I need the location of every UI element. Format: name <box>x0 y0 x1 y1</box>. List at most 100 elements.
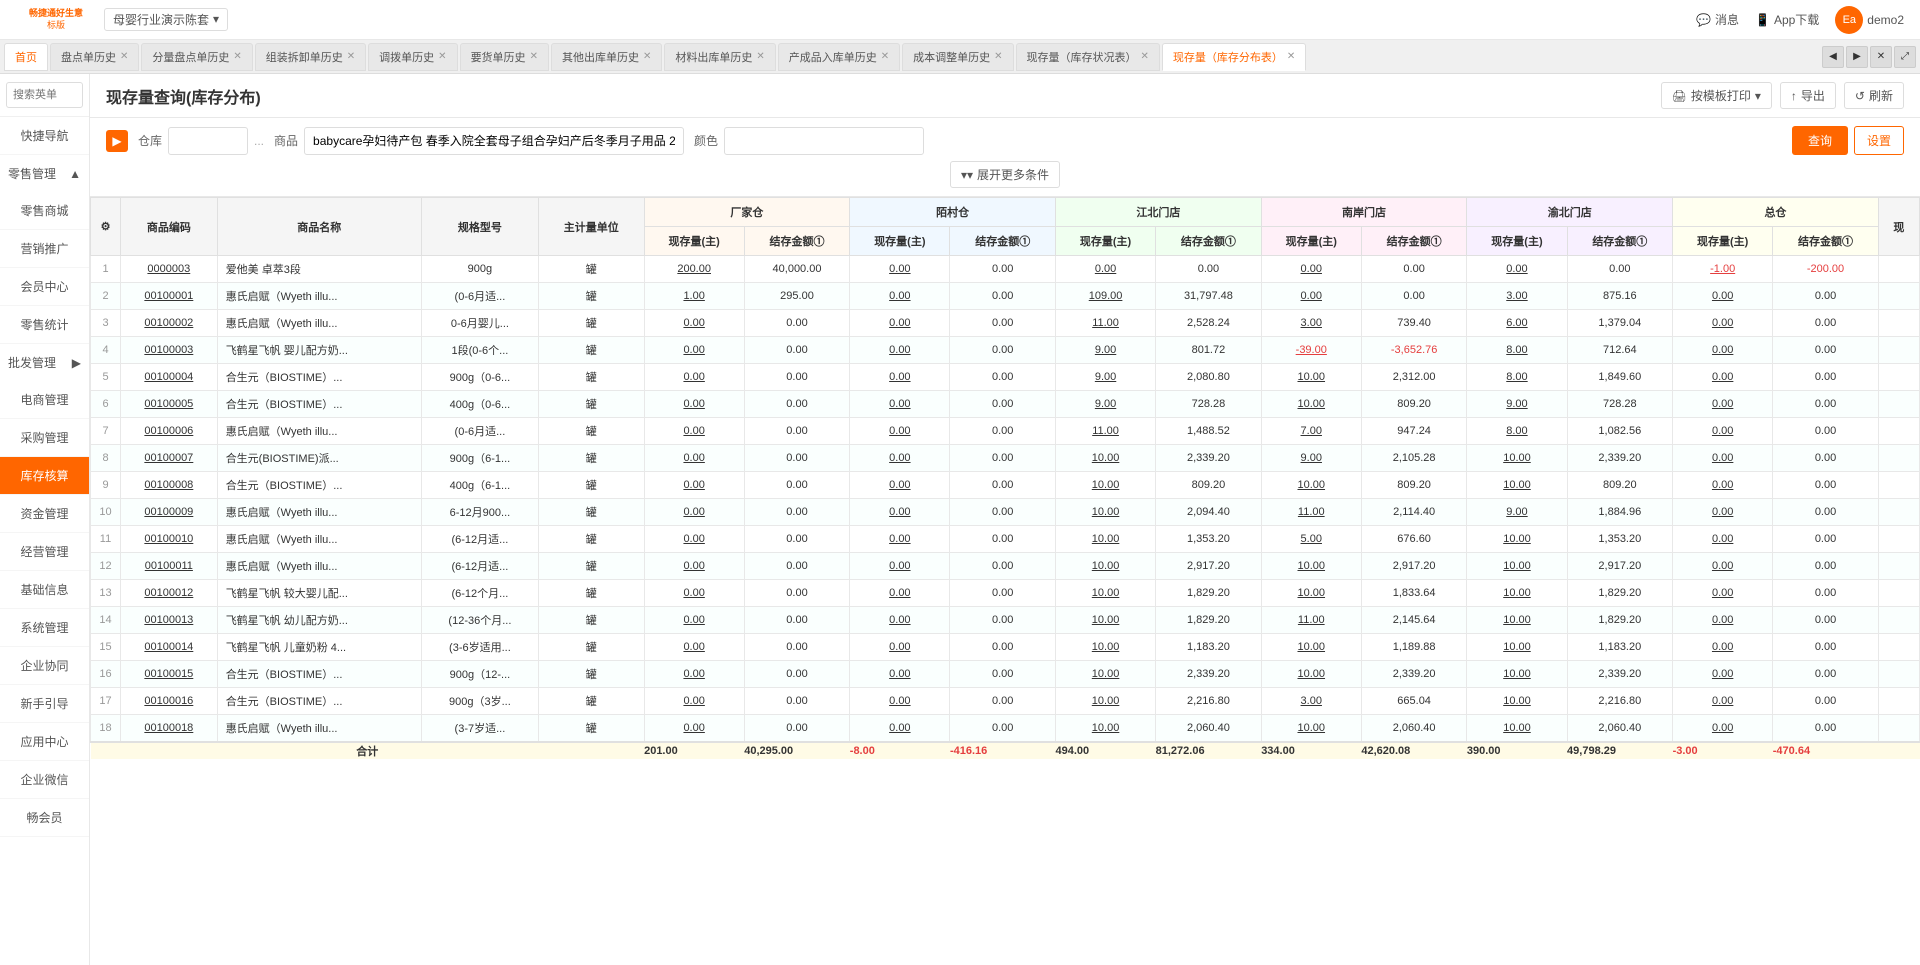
table-cell[interactable]: 00100015 <box>121 661 218 688</box>
sidebar-item-xinshouyid[interactable]: 新手引导 <box>0 685 89 723</box>
tab-assembly[interactable]: 组装拆卸单历史 ✕ <box>255 43 366 71</box>
setting-btn[interactable]: 设置 <box>1854 126 1904 155</box>
tab-sub-inventory[interactable]: 分量盘点单历史 ✕ <box>141 43 252 71</box>
table-cell: 0.00 <box>1055 256 1155 283</box>
color-input[interactable] <box>724 127 924 155</box>
sidebar-item-caigougl[interactable]: 采购管理 <box>0 419 89 457</box>
sidebar-item-lingshouchm[interactable]: 零售商城 <box>0 192 89 230</box>
table-cell[interactable]: 00100005 <box>121 391 218 418</box>
warehouse-input[interactable] <box>168 127 248 155</box>
sidebar-item-dianshanggl[interactable]: 电商管理 <box>0 381 89 419</box>
tab-other-out[interactable]: 其他出库单历史 ✕ <box>551 43 662 71</box>
message-btn[interactable]: 💬 消息 <box>1696 11 1739 28</box>
query-btn[interactable]: 查询 <box>1792 126 1848 155</box>
tab-close-icon[interactable]: ✕ <box>756 51 764 62</box>
sidebar-item-qiyextong[interactable]: 企业协同 <box>0 647 89 685</box>
sidebar-item-qiyewx[interactable]: 企业微信 <box>0 761 89 799</box>
tab-close-icon[interactable]: ✕ <box>347 51 355 62</box>
col-settings[interactable]: ⚙ <box>91 198 121 256</box>
tab-product-in[interactable]: 产成品入库单历史 ✕ <box>778 43 900 71</box>
table-cell[interactable]: 00100008 <box>121 472 218 499</box>
table-cell[interactable]: 0000003 <box>121 256 218 283</box>
table-cell[interactable]: 00100010 <box>121 526 218 553</box>
search-input[interactable] <box>6 82 83 108</box>
sidebar-item-lingshoutj[interactable]: 零售统计 <box>0 306 89 344</box>
table-cell: 712.64 <box>1567 337 1673 364</box>
table-cell: 6 <box>91 391 121 418</box>
logo-sub: 标版 <box>47 18 65 31</box>
tab-order[interactable]: 要货单历史 ✕ <box>460 43 549 71</box>
table-cell: 0.00 <box>850 364 950 391</box>
table-cell: (6-12月适... <box>421 553 538 580</box>
tab-close-icon[interactable]: ✕ <box>1287 51 1295 62</box>
tab-close-icon[interactable]: ✕ <box>233 51 241 62</box>
tab-close-icon[interactable]: ✕ <box>120 51 128 62</box>
table-cell[interactable]: 00100016 <box>121 688 218 715</box>
tab-close-icon[interactable]: ✕ <box>1141 51 1149 62</box>
tab-close-icon[interactable]: ✕ <box>438 51 446 62</box>
table-cell: 0.00 <box>850 391 950 418</box>
table-cell[interactable]: 00100003 <box>121 337 218 364</box>
col-yb-qty: 现存量(主) <box>1467 227 1567 256</box>
tab-transfer[interactable]: 调拨单历史 ✕ <box>368 43 457 71</box>
product-input[interactable] <box>304 127 684 155</box>
print-btn[interactable]: 🖨 按模板打印 ▾ <box>1661 82 1772 109</box>
table-cell: 1,829.20 <box>1156 607 1262 634</box>
industry-selector[interactable]: 母婴行业演示陈套 ▾ <box>104 8 228 31</box>
export-btn[interactable]: ↑ 导出 <box>1780 82 1836 109</box>
table-cell[interactable]: 00100013 <box>121 607 218 634</box>
table-cell[interactable]: 00100001 <box>121 283 218 310</box>
table-cell[interactable]: 00100014 <box>121 634 218 661</box>
tab-close-icon[interactable]: ✕ <box>994 51 1002 62</box>
tab-expand[interactable]: ⤢ <box>1894 46 1916 68</box>
tab-arrow-left[interactable]: ◀ <box>1822 46 1844 68</box>
tab-close-all[interactable]: ✕ <box>1870 46 1892 68</box>
table-cell[interactable]: 00100007 <box>121 445 218 472</box>
table-cell[interactable]: 00100009 <box>121 499 218 526</box>
refresh-btn[interactable]: ↺ 刷新 <box>1844 82 1904 109</box>
sidebar-item-lingshouzgl[interactable]: 零售管理 ▲ <box>0 155 89 192</box>
tab-close-icon[interactable]: ✕ <box>530 51 538 62</box>
tab-inventory-check[interactable]: 盘点单历史 ✕ <box>50 43 139 71</box>
table-cell[interactable]: 00100004 <box>121 364 218 391</box>
tab-arrow-right[interactable]: ▶ <box>1846 46 1868 68</box>
footer-cell: -3.00 <box>1673 742 1773 759</box>
app-download-btn[interactable]: 📱 App下载 <box>1755 11 1819 28</box>
user-area[interactable]: Ea demo2 <box>1835 6 1904 34</box>
expand-conditions-btn[interactable]: ▾▾ 展开更多条件 <box>950 161 1060 188</box>
sidebar-item-huiyuanzx[interactable]: 会员中心 <box>0 268 89 306</box>
table-cell: 728.28 <box>1156 391 1262 418</box>
table-cell: 罐 <box>539 688 645 715</box>
table-cell[interactable]: 00100002 <box>121 310 218 337</box>
table-cell: 0.00 <box>644 661 744 688</box>
sidebar-item-xitonggla[interactable]: 系统管理 <box>0 609 89 647</box>
tab-stock-status[interactable]: 现存量（库存状况表） ✕ <box>1016 43 1160 71</box>
expand-filter-btn[interactable]: ▶ <box>106 130 128 152</box>
sidebar-item-pifaguanl[interactable]: 批发管理 ▶ <box>0 344 89 381</box>
sidebar-item-jingyinggl[interactable]: 经营管理 <box>0 533 89 571</box>
sidebar-item-kucunhs[interactable]: 库存核算 <box>0 457 89 495</box>
table-cell[interactable]: 00100012 <box>121 580 218 607</box>
table-cell[interactable]: 00100018 <box>121 715 218 743</box>
sidebar-item-yingxiaotg[interactable]: 营销推广 <box>0 230 89 268</box>
tab-close-icon[interactable]: ✕ <box>881 51 889 62</box>
tab-material-out[interactable]: 材料出库单历史 ✕ <box>664 43 775 71</box>
table-cell[interactable]: 00100006 <box>121 418 218 445</box>
footer-cell: 42,620.08 <box>1361 742 1467 759</box>
tab-stock-dist[interactable]: 现存量（库存分布表） ✕ <box>1162 43 1306 71</box>
sidebar-item-yingyongzx[interactable]: 应用中心 <box>0 723 89 761</box>
sidebar-item-kuaijiedaohang[interactable]: 快捷导航 <box>0 117 89 155</box>
table-cell: 1,183.20 <box>1156 634 1262 661</box>
table-cell: 0.00 <box>644 499 744 526</box>
tab-close-icon[interactable]: ✕ <box>643 51 651 62</box>
tab-cost-adjust[interactable]: 成本调整单历史 ✕ <box>902 43 1013 71</box>
table-cell: 0.00 <box>950 256 1056 283</box>
table-cell: (0-6月适... <box>421 283 538 310</box>
table-row: 1800100018惠氏启赋（Wyeth illu...(3-7岁适...罐0.… <box>91 715 1920 743</box>
table-cell[interactable]: 00100011 <box>121 553 218 580</box>
sidebar-item-jichuxx[interactable]: 基础信息 <box>0 571 89 609</box>
sidebar-item-zijiingl[interactable]: 资金管理 <box>0 495 89 533</box>
sidebar-item-changhuy[interactable]: 畅会员 <box>0 799 89 837</box>
table-cell: 0.00 <box>1773 607 1879 634</box>
tab-home[interactable]: 首页 <box>4 43 48 71</box>
